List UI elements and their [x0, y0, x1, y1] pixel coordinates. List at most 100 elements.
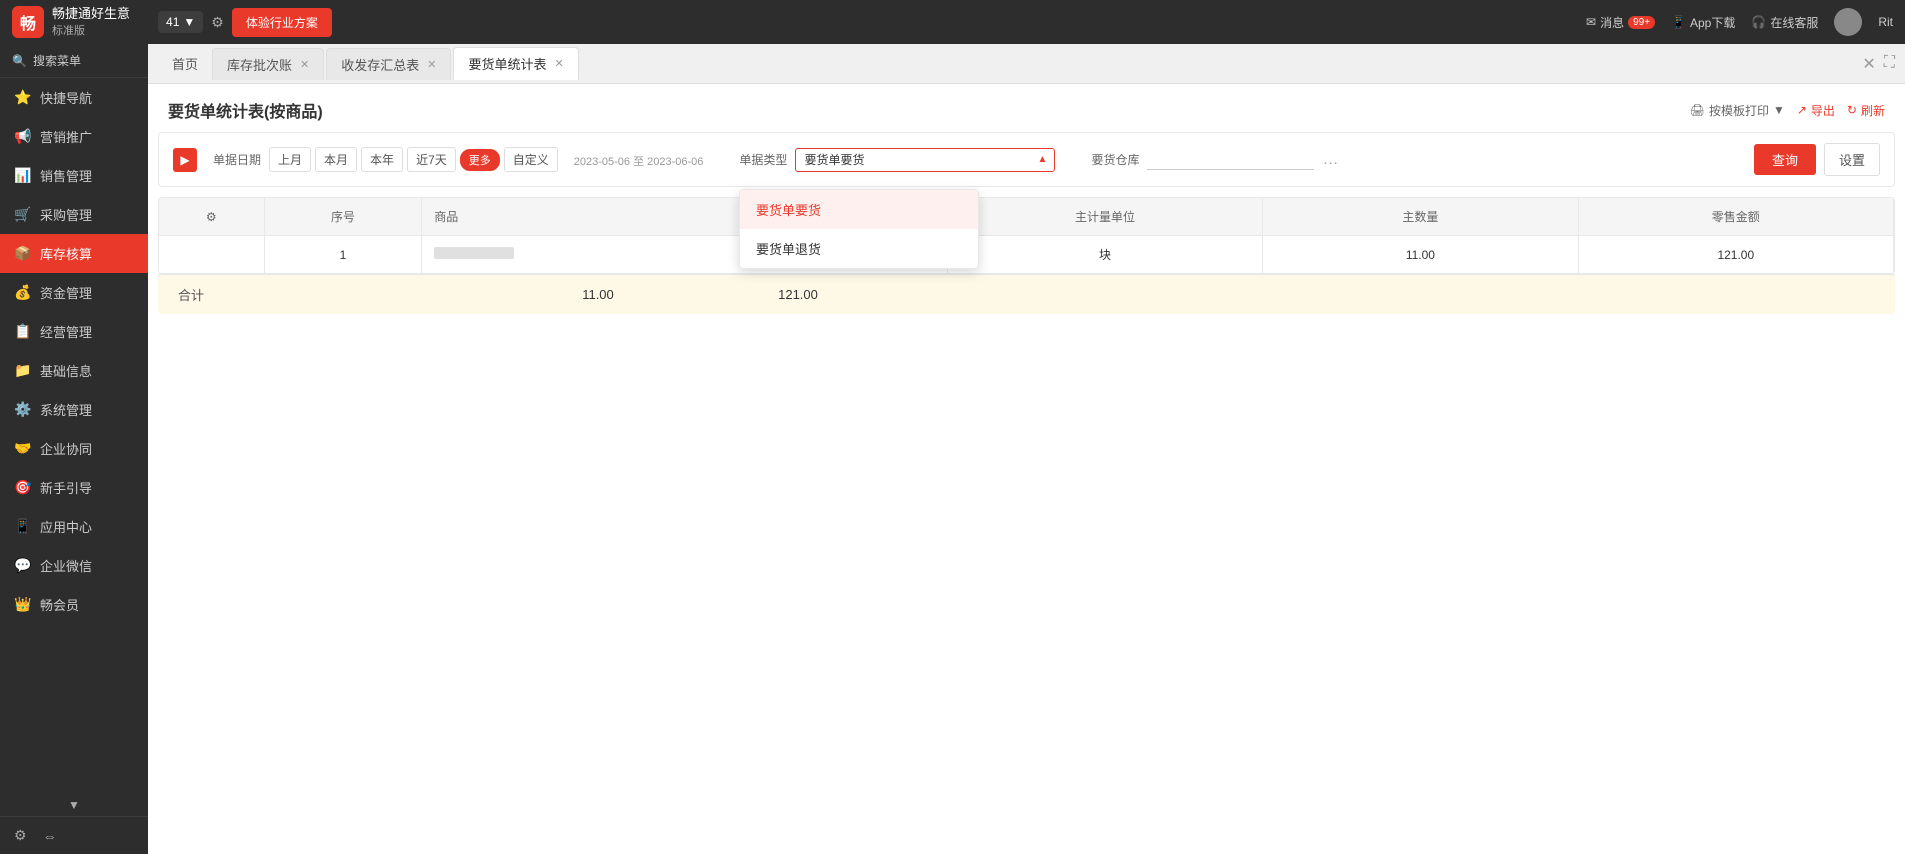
warehouse-input[interactable]: [1147, 149, 1314, 170]
marketing-icon: 📢: [14, 128, 32, 146]
tab-home[interactable]: 首页: [158, 48, 212, 79]
online-service-btn[interactable]: 🎧 在线客服: [1751, 14, 1818, 31]
sidebar-item-appstore[interactable]: 📱 应用中心: [0, 507, 148, 546]
tab-bar: 首页 库存批次账 ✕ 收发存汇总表 ✕ 要货单统计表 ✕ ✕ ⛶: [148, 44, 1905, 84]
sidebar-item-sales[interactable]: 📊 销售管理: [0, 156, 148, 195]
export-btn[interactable]: ↗ 导出: [1797, 102, 1835, 119]
sidebar-item-system[interactable]: ⚙️ 系统管理: [0, 390, 148, 429]
row-unit: 块: [947, 236, 1262, 274]
tab-collect-dispatch[interactable]: 收发存汇总表 ✕: [326, 48, 451, 80]
date-filter-section: 单据日期 上月 本月 本年 近7天 更多 自定义: [213, 147, 558, 172]
member-icon: 👑: [14, 596, 32, 614]
wechat-icon: 💬: [14, 557, 32, 575]
operation-icon: 📋: [14, 323, 32, 341]
col-header-amount: 零售金额: [1578, 198, 1893, 236]
warehouse-more-icon[interactable]: …: [1322, 151, 1338, 169]
date-btn-last-7[interactable]: 近7天: [407, 147, 456, 172]
inventory-icon: 📦: [14, 245, 32, 263]
sidebar-item-guide[interactable]: 🎯 新手引导: [0, 468, 148, 507]
chevron-down-icon: ▼: [183, 15, 195, 29]
sidebar-item-wechat[interactable]: 💬 企业微信: [0, 546, 148, 585]
export-icon: ↗: [1797, 103, 1807, 117]
tab-inventory-batch[interactable]: 库存批次账 ✕: [212, 48, 324, 80]
page-title: 要货单统计表(按商品): [168, 98, 323, 122]
tab-close-collect-dispatch[interactable]: ✕: [427, 58, 436, 71]
tab-order-stats[interactable]: 要货单统计表 ✕: [453, 47, 578, 80]
app-download-btn[interactable]: 📱 App下载: [1671, 14, 1735, 31]
sidebar-item-operation[interactable]: 📋 经营管理: [0, 312, 148, 351]
dropdown-item-return[interactable]: 要货单退货: [740, 229, 978, 268]
store-selector[interactable]: 41 ▼: [158, 11, 203, 33]
purchase-icon: 🛒: [14, 206, 32, 224]
appstore-icon: 📱: [14, 518, 32, 536]
sidebar-item-basic[interactable]: 📁 基础信息: [0, 351, 148, 390]
data-table: ⚙ 序号 商品 主计量单位 主数量 零售金额: [159, 198, 1894, 273]
warehouse-label: 要货仓库: [1091, 151, 1139, 168]
expand-toggle-btn[interactable]: ▶: [173, 148, 197, 172]
col-header-quantity: 主数量: [1263, 198, 1578, 236]
row-amount: 121.00: [1578, 236, 1893, 274]
download-icon: 📱: [1671, 15, 1686, 29]
date-label: 单据日期: [213, 151, 261, 168]
sidebar-bottom: ⚙ ⇔: [0, 816, 148, 854]
quick-nav-icon: ⭐: [14, 89, 32, 107]
warehouse-filter-section: 要货仓库 …: [1091, 149, 1338, 170]
product-placeholder: [434, 247, 514, 259]
type-label: 单据类型: [739, 151, 787, 168]
collapse-icon[interactable]: ⇔: [43, 828, 57, 844]
print-template-btn[interactable]: 🖨 按模板打印 ▼: [1690, 102, 1785, 119]
sidebar-item-inventory[interactable]: 📦 库存核算: [0, 234, 148, 273]
refresh-btn[interactable]: ↻ 刷新: [1847, 102, 1885, 119]
tabs-expand[interactable]: ⛶: [1884, 54, 1895, 74]
sidebar-item-quick-nav[interactable]: ⭐ 快捷导航: [0, 78, 148, 117]
message-btn[interactable]: ✉ 消息 99+: [1586, 14, 1655, 31]
refresh-icon: ↻: [1847, 103, 1857, 117]
date-btn-last-month[interactable]: 上月: [269, 147, 311, 172]
tabs-close-all[interactable]: ✕: [1862, 54, 1875, 74]
table-row: 1 块 11.00 121.00: [159, 236, 1894, 274]
page-content: 要货单统计表(按商品) 🖨 按模板打印 ▼ ↗ 导出 ↻: [148, 84, 1905, 854]
topbar-gear-icon[interactable]: ⚙: [211, 14, 224, 31]
sidebar-item-cooperation[interactable]: 🤝 企业协同: [0, 429, 148, 468]
settings-button[interactable]: 设置: [1824, 143, 1880, 176]
date-btn-custom[interactable]: 自定义: [504, 147, 558, 172]
app-logo: 畅: [12, 6, 44, 38]
row-settings: [159, 236, 264, 274]
trial-button[interactable]: 体验行业方案: [232, 8, 332, 37]
sidebar-item-finance[interactable]: 💰 资金管理: [0, 273, 148, 312]
tab-close-order-stats[interactable]: ✕: [555, 57, 564, 70]
sidebar-item-marketing[interactable]: 📢 营销推广: [0, 117, 148, 156]
query-button[interactable]: 查询: [1754, 144, 1816, 175]
sidebar-item-member[interactable]: 👑 畅会员: [0, 585, 148, 624]
sales-icon: 📊: [14, 167, 32, 185]
tab-close-inventory-batch[interactable]: ✕: [300, 58, 309, 71]
footer-quantity: 11.00: [538, 287, 658, 302]
footer-amount: 121.00: [738, 287, 858, 302]
settings-icon: ⚙: [206, 210, 217, 224]
search-icon: 🔍: [12, 54, 27, 68]
col-header-no: 序号: [264, 198, 422, 236]
settings-bottom-icon[interactable]: ⚙: [14, 827, 27, 844]
service-icon: 🎧: [1751, 15, 1766, 29]
app-title: 畅捷通好生意: [52, 6, 130, 22]
system-icon: ⚙️: [14, 401, 32, 419]
date-btn-this-year[interactable]: 本年: [361, 147, 403, 172]
filter-bar: ▶ 单据日期 上月 本月 本年 近7天 更多 自定义: [158, 132, 1895, 187]
sidebar-search[interactable]: 🔍 搜索菜单: [0, 44, 148, 78]
guide-icon: 🎯: [14, 479, 32, 497]
row-quantity: 11.00: [1263, 236, 1578, 274]
sidebar-item-purchase[interactable]: 🛒 采购管理: [0, 195, 148, 234]
type-filter-input[interactable]: [795, 148, 1055, 172]
date-btn-this-month[interactable]: 本月: [315, 147, 357, 172]
dropdown-item-order[interactable]: 要货单要货: [740, 190, 978, 229]
cooperation-icon: 🤝: [14, 440, 32, 458]
col-header-settings[interactable]: ⚙: [159, 198, 264, 236]
date-btn-more[interactable]: 更多: [460, 149, 500, 171]
sidebar-scroll-down[interactable]: ▼: [0, 794, 148, 816]
type-filter-section: 单据类型 ▲: [739, 148, 1055, 172]
page-header: 要货单统计表(按商品) 🖨 按模板打印 ▼ ↗ 导出 ↻: [148, 84, 1905, 132]
user-avatar[interactable]: [1834, 8, 1862, 36]
user-name: Rit: [1878, 15, 1893, 29]
print-chevron-icon: ▼: [1773, 103, 1785, 117]
type-dropdown: 要货单要货 要货单退货: [739, 189, 979, 269]
